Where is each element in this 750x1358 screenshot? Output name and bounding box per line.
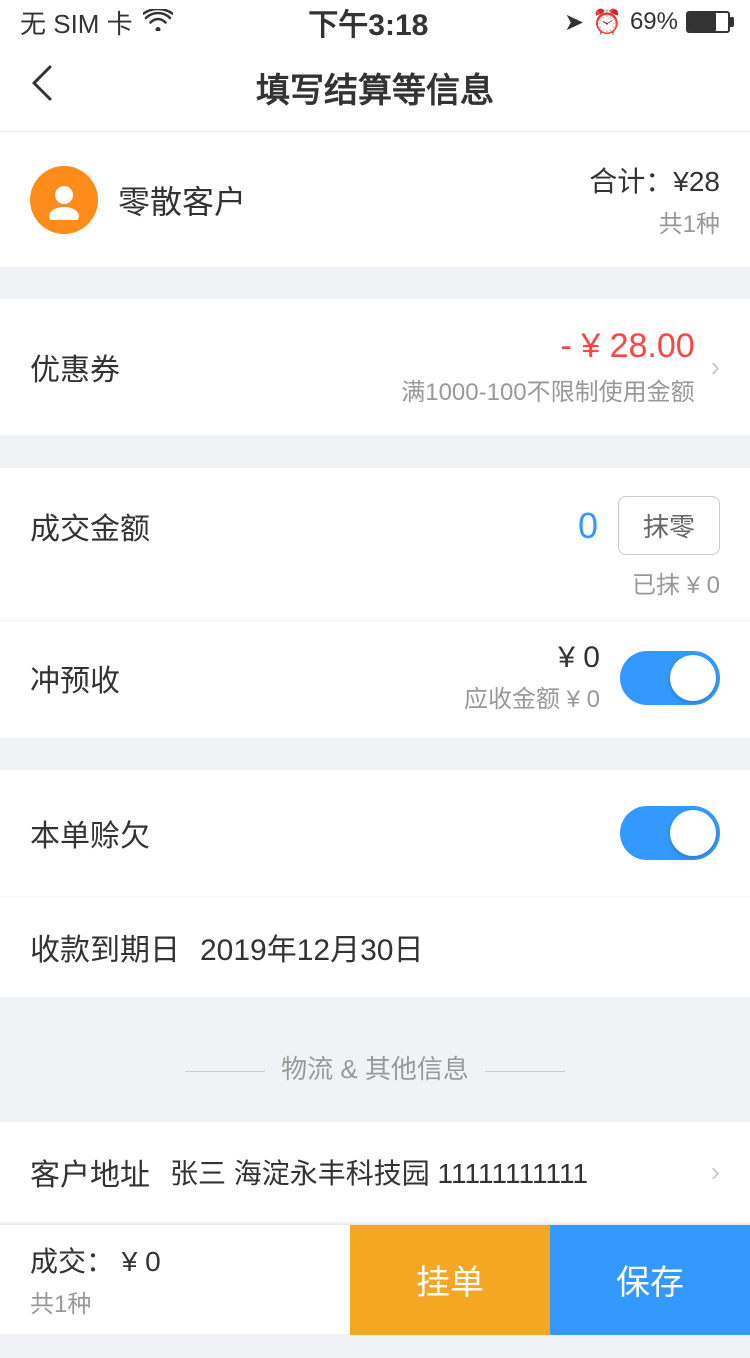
coupon-section: 优惠券 - ¥ 28.00 满1000-100不限制使用金额 › [0,299,750,436]
total-label: 合计：¥28 [589,160,720,200]
debt-toggle[interactable] [620,806,720,860]
transaction-label: 成交金额 [30,504,150,548]
total-count: 共1种 [589,204,720,239]
coupon-right: - ¥ 28.00 满1000-100不限制使用金额 › [401,327,720,407]
customer-total: 合计：¥28 共1种 [589,160,720,239]
divider-3 [0,754,750,770]
prepay-values: ¥ 0 应收金额 ¥ 0 [464,641,600,714]
bottom-summary-sub: 共1种 [30,1284,320,1319]
sim-status: 无 SIM 卡 [20,4,133,41]
debt-row: 本单赊欠 [0,770,750,896]
logistics-section-label-row: 物流 & 其他信息 [0,1029,750,1106]
address-section: 客户地址 张三 海淀永丰科技园 11111111111 › [0,1122,750,1222]
prepay-sub: 应收金额 ¥ 0 [464,679,600,714]
prepay-amount: ¥ 0 [464,641,600,675]
status-left: 无 SIM 卡 [20,4,173,41]
save-button[interactable]: 保存 [550,1225,750,1335]
bottom-summary-top: 成交： ¥ 0 [30,1240,320,1280]
customer-avatar [30,166,98,234]
transaction-section: 成交金额 0 抹零 已抹 ¥ 0 冲预收 ¥ 0 应收金额 ¥ 0 [0,468,750,738]
logistics-label: 物流 & 其他信息 [169,1049,581,1086]
transaction-value[interactable]: 0 [578,505,598,547]
coupon-row[interactable]: 优惠券 - ¥ 28.00 满1000-100不限制使用金额 › [0,299,750,436]
address-value: 张三 海淀永丰科技园 11111111111 [150,1152,711,1192]
status-time: 下午3:18 [308,0,428,44]
prepay-toggle[interactable] [620,651,720,705]
pending-button[interactable]: 挂单 [350,1225,550,1335]
alarm-icon: ⏰ [592,8,622,37]
content: 零散客户 合计：¥28 共1种 优惠券 - ¥ 28.00 满1000-100不… [0,132,750,1358]
customer-section: 零散客户 合计：¥28 共1种 [0,132,750,267]
battery-percent: 69% [630,8,678,36]
transaction-row: 成交金额 0 抹零 [0,468,750,565]
customer-row: 零散客户 合计：¥28 共1种 [0,132,750,267]
coupon-discount: - ¥ 28.00 [401,327,694,366]
divider-5 [0,1106,750,1122]
address-label: 客户地址 [30,1150,150,1194]
nav-bar: 填写结算等信息 [0,44,750,132]
chevron-right-icon: › [711,351,720,383]
round-zero-button[interactable]: 抹零 [618,496,720,555]
debt-section: 本单赊欠 收款到期日 2019年12月30日 [0,770,750,997]
prepay-row: 冲预收 ¥ 0 应收金额 ¥ 0 [0,620,750,738]
due-date-label: 收款到期日 [30,925,180,969]
customer-left: 零散客户 [30,166,246,234]
transaction-sub: 已抹 ¥ 0 [0,565,750,620]
divider-2 [0,452,750,468]
coupon-sub: 满1000-100不限制使用金额 [401,372,694,407]
address-row[interactable]: 客户地址 张三 海淀永丰科技园 11111111111 › [0,1122,750,1222]
due-date-value[interactable]: 2019年12月30日 [200,925,423,969]
transaction-right: 0 抹零 [578,496,720,555]
status-right: ➤ ⏰ 69% [564,8,730,37]
back-button[interactable] [30,63,54,113]
debt-label: 本单赊欠 [30,811,150,855]
divider-1 [0,283,750,299]
due-date-row: 收款到期日 2019年12月30日 [0,896,750,997]
status-bar: 无 SIM 卡 下午3:18 ➤ ⏰ 69% [0,0,750,44]
location-icon: ➤ [564,8,584,37]
divider-4 [0,1013,750,1029]
prepay-label: 冲预收 [30,656,120,700]
bottom-bar: 成交： ¥ 0 共1种 挂单 保存 [0,1224,750,1334]
customer-name: 零散客户 [118,177,246,223]
prepay-right: ¥ 0 应收金额 ¥ 0 [464,641,720,714]
bottom-summary: 成交： ¥ 0 共1种 [0,1240,350,1319]
page-title: 填写结算等信息 [256,63,494,112]
wifi-icon [143,7,173,38]
coupon-label: 优惠券 [30,345,120,389]
address-chevron-icon: › [711,1156,720,1188]
battery-icon [686,11,730,33]
